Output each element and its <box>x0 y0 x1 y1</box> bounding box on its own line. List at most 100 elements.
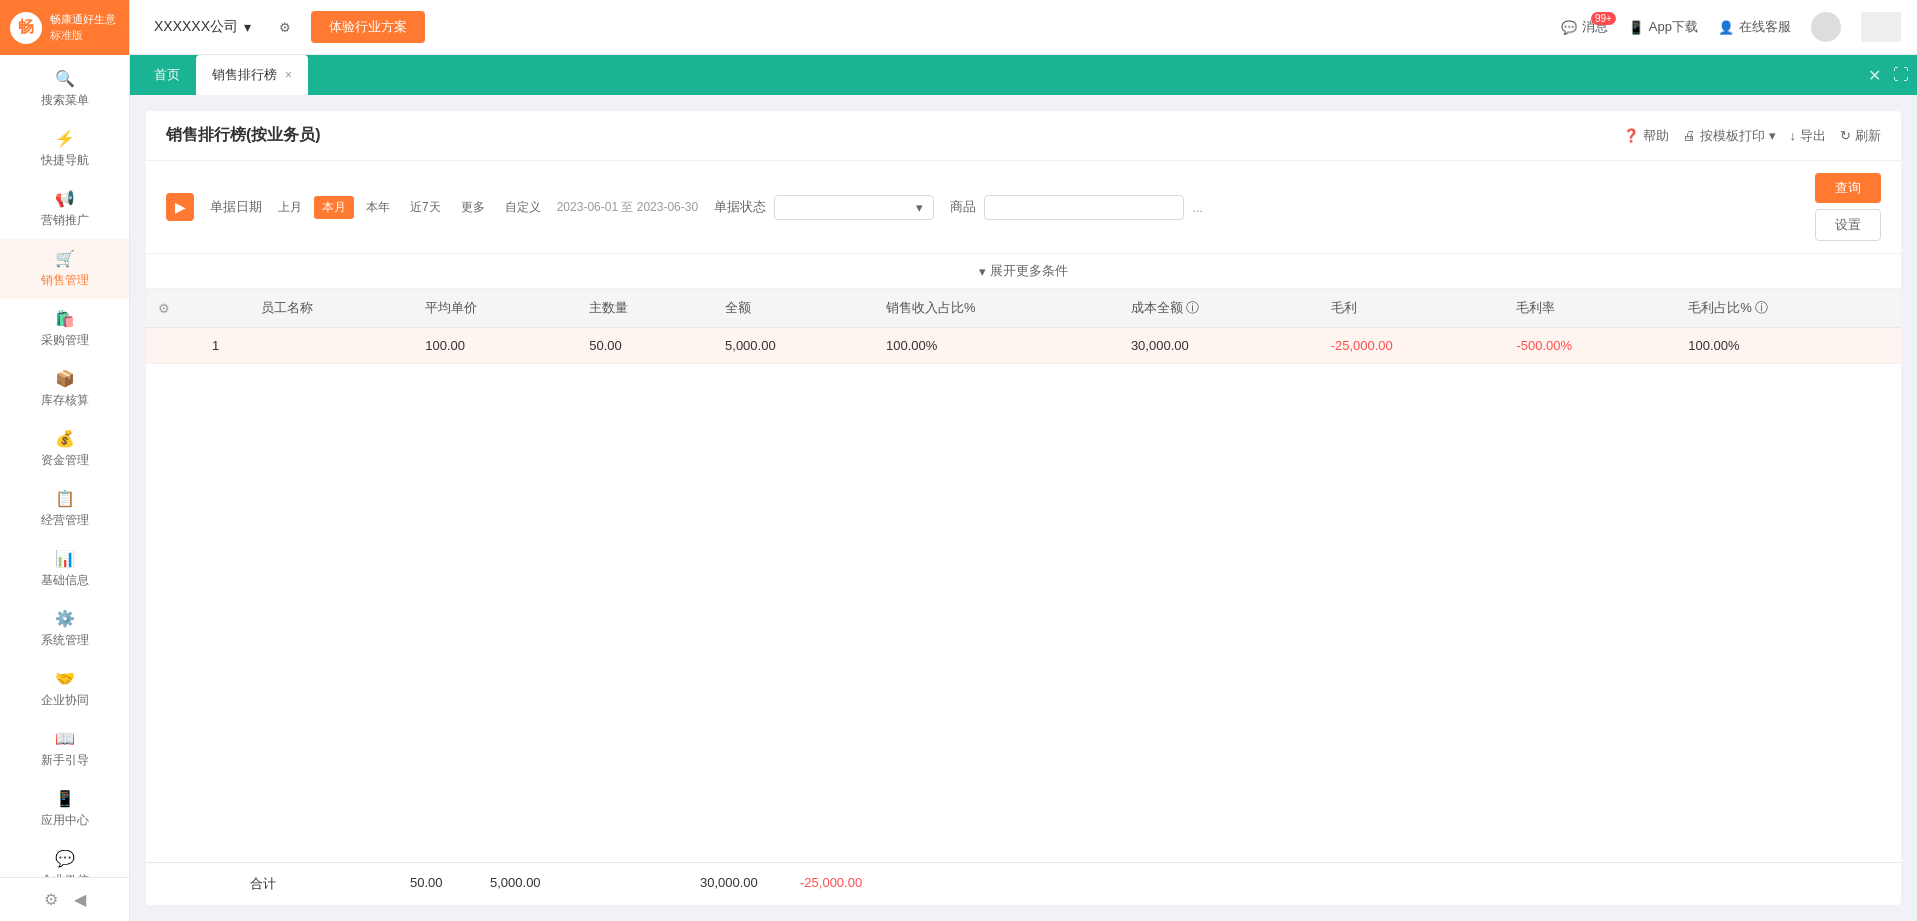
date-filter-group: 单据日期 上月 本月 本年 近7天 更多 自定义 2023-06-01 至 20… <box>210 196 698 219</box>
print-button[interactable]: 🖨 按模板打印 ▾ <box>1683 127 1776 145</box>
nav-icon: 🔍 <box>55 69 75 88</box>
col-settings[interactable]: ⚙ <box>146 289 182 328</box>
col-rank <box>182 289 249 328</box>
settings-icon[interactable]: ⚙ <box>40 886 62 913</box>
print-chevron-icon: ▾ <box>1769 128 1776 143</box>
sidebar-item-营销推广[interactable]: 📢 营销推广 <box>0 179 129 239</box>
nav-label: 应用中心 <box>41 812 89 829</box>
date-range-display: 2023-06-01 至 2023-06-30 <box>557 199 698 216</box>
logo-icon: 畅 <box>10 12 42 44</box>
nav-icon: 🛒 <box>55 249 75 268</box>
sidebar-item-企业微信[interactable]: 💬 企业微信 <box>0 839 129 877</box>
footer-settings-cell <box>158 873 198 895</box>
refresh-button[interactable]: ↻ 刷新 <box>1840 127 1881 145</box>
expand-chevron-icon: ▾ <box>979 264 986 279</box>
sidebar-item-基础信息[interactable]: 📊 基础信息 <box>0 539 129 599</box>
message-button[interactable]: 💬 消息 99+ <box>1561 18 1608 36</box>
sidebar-item-快捷导航[interactable]: ⚡ 快捷导航 <box>0 119 129 179</box>
help-button[interactable]: ❓ 帮助 <box>1623 127 1669 145</box>
col-avg-price: 平均单价 <box>413 289 577 328</box>
nav-label: 新手引导 <box>41 752 89 769</box>
sidebar-item-系统管理[interactable]: ⚙️ 系统管理 <box>0 599 129 659</box>
nav-label: 企业微信 <box>41 872 89 877</box>
nav-label: 库存核算 <box>41 392 89 409</box>
collapse-icon[interactable]: ◀ <box>70 886 90 913</box>
footer-total-cell: 5,000.00 <box>478 873 578 895</box>
nav-icon: 💰 <box>55 429 75 448</box>
sidebar: 畅 畅康通好生意 标准版 🔍 搜索菜单 ⚡ 快捷导航 📢 营销推广 🛒 销售管理… <box>0 0 130 921</box>
sidebar-item-库存核算[interactable]: 📦 库存核算 <box>0 359 129 419</box>
tab-close-window-icon[interactable]: ✕ <box>1868 66 1881 85</box>
data-table: ⚙ 员工名称 平均单价 主数量 全额 销售收入占比% 成本全额 ⓘ 毛利 毛利率… <box>146 289 1901 862</box>
nav-icon: 🤝 <box>55 669 75 688</box>
filter-expand-button[interactable]: ▶ <box>166 193 194 221</box>
footer-label-cell: 合计 <box>238 873 318 895</box>
logo-text: 畅康通好生意 标准版 <box>50 12 116 43</box>
app-download-button[interactable]: 📱 App下载 <box>1628 18 1698 36</box>
main-area: XXXXXX公司 ▾ ⚙ 体验行业方案 💬 消息 99+ 📱 App下载 👤 在… <box>130 0 1917 921</box>
status-filter-group: 单据状态 ▾ <box>714 195 934 220</box>
sidebar-item-应用中心[interactable]: 📱 应用中心 <box>0 779 129 839</box>
date-options: 上月 本月 本年 近7天 更多 自定义 <box>270 196 549 219</box>
tab-sales-rank[interactable]: 销售排行榜 × <box>196 55 308 95</box>
tab-close-icon[interactable]: × <box>285 68 292 82</box>
footer-sales-pct-cell <box>578 873 688 895</box>
table-footer: 合计 50.00 5,000.00 30,000.00 -25,000.00 <box>146 862 1901 905</box>
table-header-row: ⚙ 员工名称 平均单价 主数量 全额 销售收入占比% 成本全额 ⓘ 毛利 毛利率… <box>146 289 1901 328</box>
nav-icon: 📊 <box>55 549 75 568</box>
user-name-placeholder <box>1861 12 1901 42</box>
company-name: XXXXXX公司 <box>154 18 238 36</box>
status-select[interactable]: ▾ <box>774 195 934 220</box>
cell-name <box>249 328 413 364</box>
col-name: 员工名称 <box>249 289 413 328</box>
cell-gross: -25,000.00 <box>1319 328 1505 364</box>
nav-label: 基础信息 <box>41 572 89 589</box>
custom-date-btn[interactable]: 自定义 <box>497 196 549 219</box>
nav-icon: 💬 <box>55 849 75 868</box>
sidebar-item-新手引导[interactable]: 📖 新手引导 <box>0 719 129 779</box>
last-month-btn[interactable]: 上月 <box>270 196 310 219</box>
date-filter-label: 单据日期 <box>210 198 262 216</box>
avatar[interactable] <box>1811 12 1841 42</box>
sidebar-item-企业协同[interactable]: 🤝 企业协同 <box>0 659 129 719</box>
query-button[interactable]: 查询 <box>1815 173 1881 203</box>
sidebar-item-经营管理[interactable]: 📋 经营管理 <box>0 479 129 539</box>
nav-label: 经营管理 <box>41 512 89 529</box>
nav-label: 资金管理 <box>41 452 89 469</box>
footer-cost-total-cell: 30,000.00 <box>688 873 788 895</box>
trial-button[interactable]: 体验行业方案 <box>311 11 425 43</box>
sidebar-nav: 🔍 搜索菜单 ⚡ 快捷导航 📢 营销推广 🛒 销售管理 🛍️ 采购管理 📦 库存… <box>0 55 129 877</box>
cell-main-qty: 50.00 <box>577 328 713 364</box>
nav-label: 企业协同 <box>41 692 89 709</box>
sidebar-item-采购管理[interactable]: 🛍️ 采购管理 <box>0 299 129 359</box>
cell-settings <box>146 328 182 364</box>
export-button[interactable]: ↓ 导出 <box>1790 127 1827 145</box>
sidebar-item-销售管理[interactable]: 🛒 销售管理 <box>0 239 129 299</box>
help-icon: ❓ <box>1623 128 1639 143</box>
settings-button[interactable]: 设置 <box>1815 209 1881 241</box>
cell-cost-total: 30,000.00 <box>1119 328 1319 364</box>
expand-more-button[interactable]: ▾ 展开更多条件 <box>967 260 1080 282</box>
this-month-btn[interactable]: 本月 <box>314 196 354 219</box>
tab-maximize-icon[interactable]: ⛶ <box>1893 66 1909 84</box>
last-7days-btn[interactable]: 近7天 <box>402 196 449 219</box>
gear-button[interactable]: ⚙ <box>271 13 299 41</box>
more-date-btn[interactable]: 更多 <box>453 196 493 219</box>
tab-home[interactable]: 首页 <box>138 55 196 95</box>
nav-icon: 📋 <box>55 489 75 508</box>
message-badge: 99+ <box>1591 12 1616 25</box>
page-title: 销售排行榜(按业务员) <box>166 125 321 146</box>
sidebar-item-搜索菜单[interactable]: 🔍 搜索菜单 <box>0 59 129 119</box>
col-main-qty: 主数量 <box>577 289 713 328</box>
right-query-actions: 查询 设置 <box>1815 173 1881 241</box>
this-year-btn[interactable]: 本年 <box>358 196 398 219</box>
goods-input[interactable] <box>984 195 1184 220</box>
filter-bar: ▶ 单据日期 上月 本月 本年 近7天 更多 自定义 2023-06-01 至 … <box>146 161 1901 254</box>
page-actions: ❓ 帮助 🖨 按模板打印 ▾ ↓ 导出 ↻ 刷新 <box>1623 127 1882 145</box>
home-tab-label: 首页 <box>154 66 180 84</box>
sidebar-item-资金管理[interactable]: 💰 资金管理 <box>0 419 129 479</box>
company-selector[interactable]: XXXXXX公司 ▾ <box>146 14 259 40</box>
online-service-button[interactable]: 👤 在线客服 <box>1718 18 1791 36</box>
goods-more-btn[interactable]: ... <box>1192 200 1203 215</box>
footer-gross-cell: -25,000.00 <box>788 873 888 895</box>
